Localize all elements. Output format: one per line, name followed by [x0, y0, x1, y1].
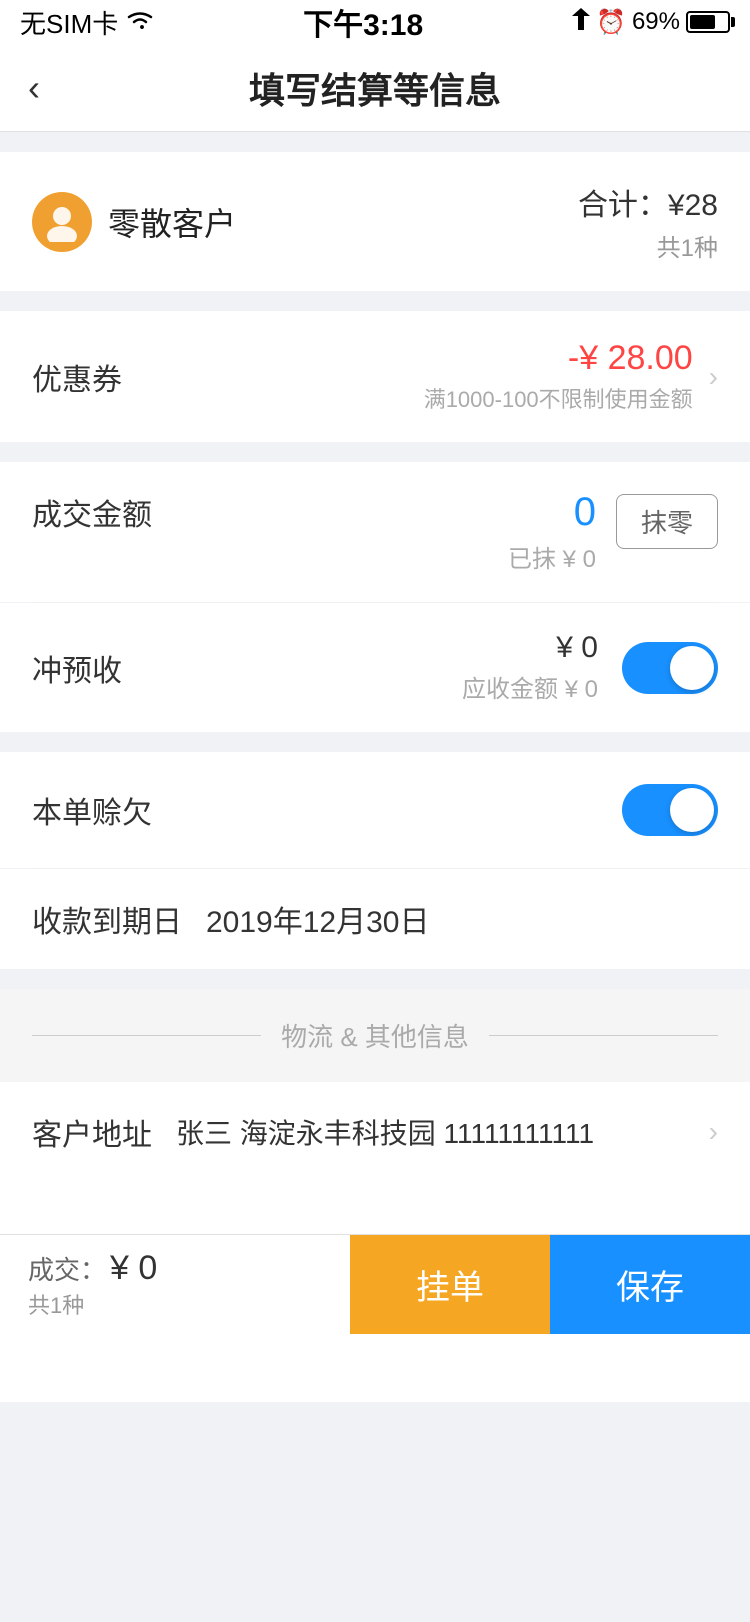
address-value: 张三 海淀永丰科技园 11111111111 — [176, 1112, 681, 1152]
section-divider-1 — [0, 132, 750, 152]
coupon-chevron-icon: › — [709, 361, 718, 393]
hold-button[interactable]: 挂单 — [350, 1235, 550, 1334]
status-time: 下午3:18 — [303, 0, 423, 44]
prepaid-owed: ¥ 0 — [462, 631, 598, 665]
prepaid-label: 冲预收 — [32, 646, 122, 690]
customer-name: 零散客户 — [108, 199, 236, 245]
logistics-text: 物流 & 其他信息 — [281, 1017, 469, 1054]
logistics-divider: 物流 & 其他信息 — [0, 989, 750, 1082]
bottom-bar: 成交： ¥ 0 共1种 挂单 保存 — [0, 1234, 750, 1334]
customer-total: 合计：¥28 共1种 — [578, 180, 718, 263]
section-divider-3 — [0, 442, 750, 462]
bottom-count: 共1种 — [28, 1288, 322, 1320]
total-count: 共1种 — [578, 228, 718, 263]
deal-right: 0 已抹 ¥ 0 抹零 — [508, 490, 718, 574]
page-title: 填写结算等信息 — [249, 62, 501, 114]
status-left: 无SIM卡 — [20, 4, 154, 41]
bottom-deal-amount: ¥ 0 — [110, 1249, 157, 1288]
coupon-label: 优惠券 — [32, 355, 122, 399]
coupon-row[interactable]: 优惠券 -¥ 28.00 满1000-100不限制使用金额 › — [0, 311, 750, 442]
prepaid-toggle[interactable] — [622, 642, 718, 694]
deferred-toggle[interactable] — [622, 784, 718, 836]
logistics-line-right — [489, 1035, 718, 1036]
avatar — [32, 192, 92, 252]
total-amount: 合计：¥28 — [578, 180, 718, 224]
deal-amount-value: 0 — [508, 490, 596, 535]
deferred-toggle-knob — [670, 788, 714, 832]
address-row[interactable]: 客户地址 张三 海淀永丰科技园 11111111111 › — [0, 1082, 750, 1182]
section-divider-4 — [0, 732, 750, 752]
deal-amount-info: 0 已抹 ¥ 0 — [508, 490, 596, 574]
address-chevron-icon: › — [709, 1116, 718, 1148]
prepaid-receivable: 应收金额 ¥ 0 — [462, 669, 598, 704]
toggle-knob — [670, 646, 714, 690]
save-button[interactable]: 保存 — [550, 1235, 750, 1334]
prepaid-row: 冲预收 ¥ 0 应收金额 ¥ 0 — [0, 603, 750, 732]
deal-amount-row: 成交金额 0 已抹 ¥ 0 抹零 — [0, 462, 750, 602]
round-button[interactable]: 抹零 — [616, 494, 718, 549]
customer-section: 零散客户 合计：¥28 共1种 — [0, 152, 750, 291]
prepaid-amounts: ¥ 0 应收金额 ¥ 0 — [462, 631, 598, 704]
back-button[interactable]: ‹ — [28, 67, 40, 109]
bottom-deal-label: 成交： — [28, 1250, 106, 1287]
battery-percent: 69% — [632, 8, 680, 36]
nav-bar: ‹ 填写结算等信息 — [0, 44, 750, 132]
alarm-icon: ⏰ — [596, 8, 626, 37]
coupon-amount: -¥ 28.00 — [424, 339, 693, 378]
section-divider-2 — [0, 291, 750, 311]
logistics-line-left — [32, 1035, 261, 1036]
duedate-value: 2019年12月30日 — [206, 897, 429, 941]
deal-deducted: 已抹 ¥ 0 — [508, 539, 596, 574]
status-right: ⏰ 69% — [572, 8, 730, 37]
prepaid-right: ¥ 0 应收金额 ¥ 0 — [462, 631, 718, 704]
customer-row: 零散客户 合计：¥28 共1种 — [32, 180, 718, 263]
customer-left: 零散客户 — [32, 192, 236, 252]
address-label: 客户地址 — [32, 1110, 152, 1154]
bottom-summary: 成交： ¥ 0 共1种 — [0, 1235, 350, 1334]
duedate-row: 收款到期日 2019年12月30日 — [0, 869, 750, 969]
status-bar: 无SIM卡 下午3:18 ⏰ 69% — [0, 0, 750, 44]
deferred-row: 本单赊欠 — [0, 752, 750, 868]
gray-area — [0, 1402, 750, 1622]
wifi-icon — [126, 7, 154, 38]
section-divider-5 — [0, 969, 750, 989]
coupon-right: -¥ 28.00 满1000-100不限制使用金额 › — [424, 339, 718, 414]
deal-label: 成交金额 — [32, 490, 152, 534]
duedate-label: 收款到期日 — [32, 897, 182, 941]
location-icon — [572, 8, 590, 37]
signal-text: 无SIM卡 — [20, 4, 118, 41]
coupon-desc: 满1000-100不限制使用金额 — [424, 382, 693, 414]
battery-icon — [686, 11, 730, 33]
deferred-label: 本单赊欠 — [32, 788, 152, 832]
